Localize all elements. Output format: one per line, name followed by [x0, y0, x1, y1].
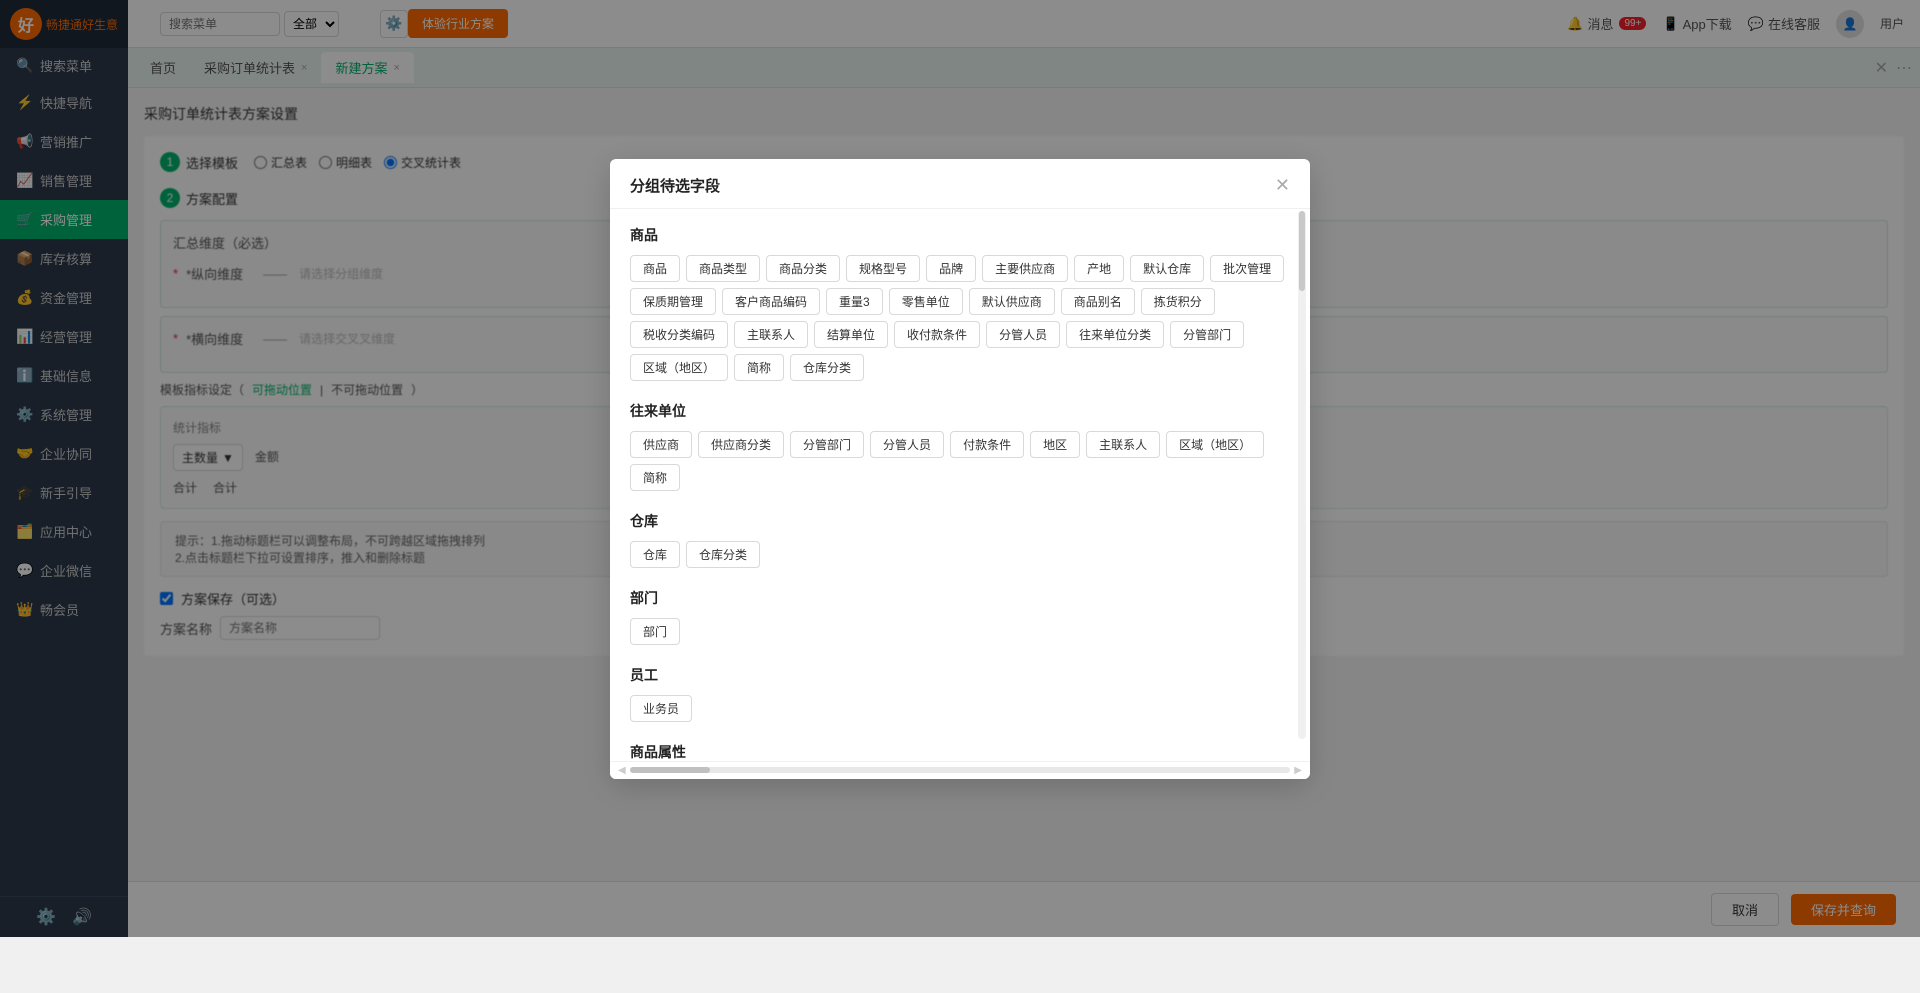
modal-vscroll-track[interactable] — [1298, 211, 1306, 739]
modal-section-往来单位: 往来单位供应商供应商分类分管部门分管人员付款条件地区主联系人区域（地区） 简称 — [630, 401, 1290, 491]
modal-hscroll-track[interactable] — [630, 767, 1291, 773]
scroll-left-arrow[interactable]: ◀ — [618, 765, 626, 776]
modal-section-title: 商品属性 — [630, 742, 1290, 761]
field-tag[interactable]: 分管部门 — [790, 431, 864, 458]
modal-section-title: 仓库 — [630, 511, 1290, 531]
modal-section-仓库: 仓库仓库仓库分类 — [630, 511, 1290, 568]
modal-title: 分组待选字段 — [630, 175, 720, 196]
field-tag[interactable]: 区域（地区） — [1166, 431, 1264, 458]
field-tag[interactable]: 产地 — [1074, 255, 1124, 282]
scroll-right-arrow[interactable]: ▶ — [1294, 765, 1302, 776]
modal-section-员工: 员工业务员 — [630, 665, 1290, 722]
field-tag[interactable]: 默认供应商 — [969, 288, 1055, 315]
modal-section-商品属性: 商品属性属性颜色多规格尺码鞋码1 — [630, 742, 1290, 761]
modal-hscroll-area: ◀ ▶ — [610, 761, 1310, 779]
modal-section-部门: 部门部门 — [630, 588, 1290, 645]
field-tag[interactable]: 主联系人 — [1086, 431, 1160, 458]
field-tag[interactable]: 结算单位 — [814, 321, 888, 348]
modal-section-title: 往来单位 — [630, 401, 1290, 421]
field-tag[interactable]: 默认仓库 — [1130, 255, 1204, 282]
field-tag[interactable]: 商品分类 — [766, 255, 840, 282]
field-tag[interactable]: 简称 — [630, 464, 680, 491]
field-tag[interactable]: 保质期管理 — [630, 288, 716, 315]
field-tag[interactable]: 商品类型 — [686, 255, 760, 282]
field-tag[interactable]: 供应商 — [630, 431, 692, 458]
field-tag[interactable]: 商品 — [630, 255, 680, 282]
field-tag[interactable]: 简称 — [734, 354, 784, 381]
field-tag[interactable]: 部门 — [630, 618, 680, 645]
field-tag[interactable]: 税收分类编码 — [630, 321, 728, 348]
modal-overlay: 分组待选字段 ✕ 商品商品商品类型商品分类规格型号品牌主要供应商产地默认仓库批次… — [0, 0, 1920, 937]
modal: 分组待选字段 ✕ 商品商品商品类型商品分类规格型号品牌主要供应商产地默认仓库批次… — [610, 159, 1310, 779]
field-tag[interactable]: 收付款条件 — [894, 321, 980, 348]
field-tag[interactable]: 供应商分类 — [698, 431, 784, 458]
field-tag[interactable]: 重量3 — [826, 288, 883, 315]
field-tag[interactable]: 区域（地区） — [630, 354, 728, 381]
field-tag[interactable]: 批次管理 — [1210, 255, 1284, 282]
field-tag[interactable]: 分管人员 — [870, 431, 944, 458]
modal-section-title: 部门 — [630, 588, 1290, 608]
modal-vscroll-thumb — [1299, 211, 1305, 291]
field-tag[interactable]: 仓库分类 — [790, 354, 864, 381]
modal-section-title: 商品 — [630, 225, 1290, 245]
field-tag[interactable]: 业务员 — [630, 695, 692, 722]
modal-body: 商品商品商品类型商品分类规格型号品牌主要供应商产地默认仓库批次管理保质期管理客户… — [610, 209, 1310, 761]
field-tags-group: 部门 — [630, 618, 1290, 645]
field-tag[interactable]: 零售单位 — [889, 288, 963, 315]
field-tag[interactable]: 主要供应商 — [982, 255, 1068, 282]
field-tag[interactable]: 品牌 — [926, 255, 976, 282]
field-tag[interactable]: 分管部门 — [1170, 321, 1244, 348]
field-tag[interactable]: 规格型号 — [846, 255, 920, 282]
field-tags-group: 业务员 — [630, 695, 1290, 722]
modal-header: 分组待选字段 ✕ — [610, 159, 1310, 209]
field-tag[interactable]: 主联系人 — [734, 321, 808, 348]
modal-section-title: 员工 — [630, 665, 1290, 685]
field-tag[interactable]: 付款条件 — [950, 431, 1024, 458]
field-tag[interactable]: 拣货积分 — [1141, 288, 1215, 315]
modal-section-商品: 商品商品商品类型商品分类规格型号品牌主要供应商产地默认仓库批次管理保质期管理客户… — [630, 225, 1290, 381]
field-tag[interactable]: 仓库 — [630, 541, 680, 568]
modal-close-button[interactable]: ✕ — [1275, 176, 1290, 194]
field-tag[interactable]: 分管人员 — [986, 321, 1060, 348]
modal-hscroll-thumb — [630, 767, 710, 773]
field-tag[interactable]: 商品别名 — [1061, 288, 1135, 315]
field-tag[interactable]: 客户商品编码 — [722, 288, 820, 315]
field-tags-group: 商品商品类型商品分类规格型号品牌主要供应商产地默认仓库批次管理保质期管理客户商品… — [630, 255, 1290, 381]
field-tags-group: 供应商供应商分类分管部门分管人员付款条件地区主联系人区域（地区） 简称 — [630, 431, 1290, 491]
field-tag[interactable]: 地区 — [1030, 431, 1080, 458]
field-tag[interactable]: 往来单位分类 — [1066, 321, 1164, 348]
field-tags-group: 仓库仓库分类 — [630, 541, 1290, 568]
field-tag[interactable]: 仓库分类 — [686, 541, 760, 568]
